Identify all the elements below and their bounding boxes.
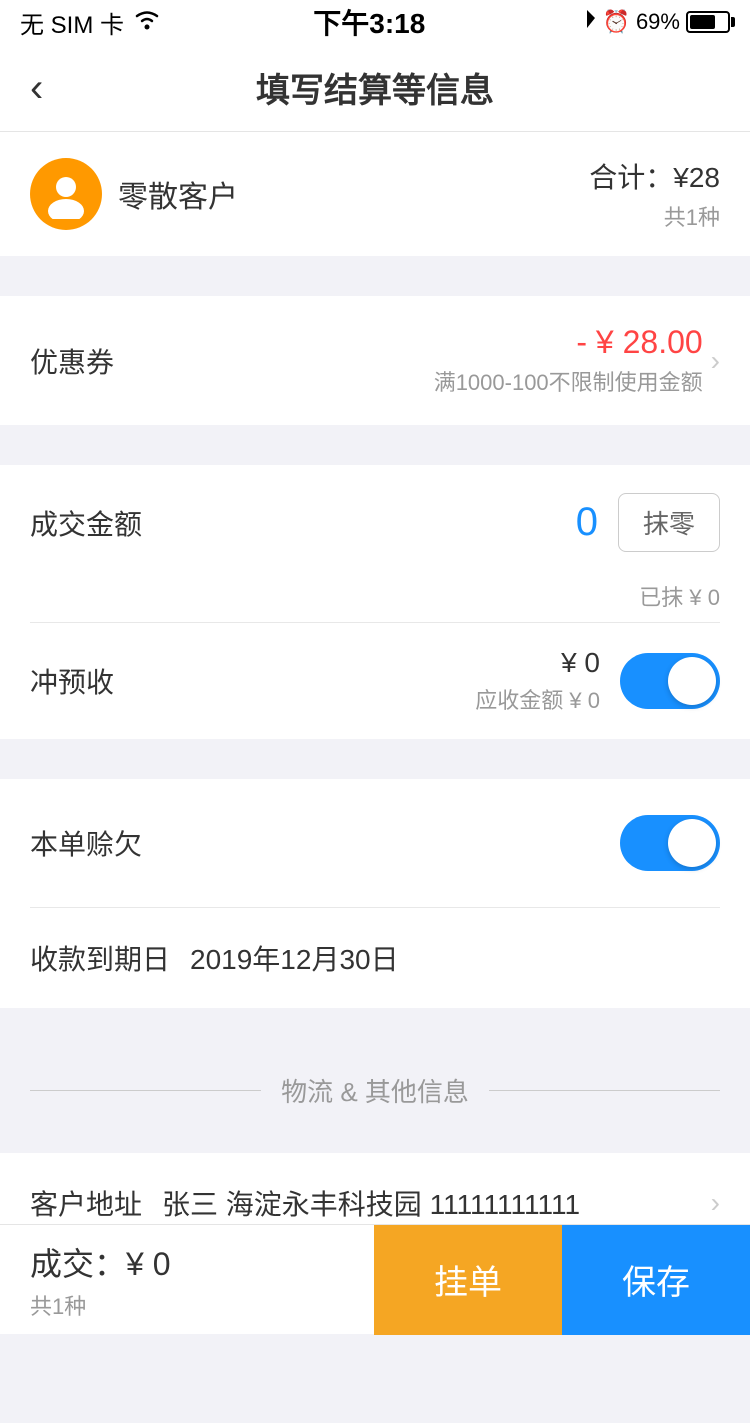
battery-icon <box>686 11 730 33</box>
prepaid-toggle[interactable] <box>620 653 720 709</box>
battery-fill <box>690 15 715 29</box>
status-time: 下午3:18 <box>313 2 425 42</box>
bottom-deal-text: 成交： <box>30 1246 126 1282</box>
deal-amount-section: 成交金额 0 抹零 已抹 ¥ 0 冲预收 ¥ 0 应收金额 ¥ 0 <box>0 465 750 739</box>
avatar <box>30 158 102 230</box>
duedate-label: 收款到期日 <box>30 938 170 978</box>
logistics-line: 物流 & 其他信息 <box>30 1072 720 1109</box>
deal-right: 0 抹零 <box>576 493 720 552</box>
debt-section: 本单赊欠 收款到期日 2019年12月30日 <box>0 779 750 1008</box>
status-bar: 无 SIM 卡 下午3:18 ⏰ 69% <box>0 0 750 44</box>
duedate-row: 收款到期日 2019年12月30日 <box>0 908 750 1008</box>
debt-label: 本单赊欠 <box>30 823 142 863</box>
battery-percent: 69% <box>636 9 680 35</box>
deal-sub-label: 已抹 ¥ 0 <box>0 580 750 622</box>
debt-toggle-knob <box>668 819 716 867</box>
gap-4 <box>0 1028 750 1048</box>
total-price: 合计：¥28 <box>589 156 720 196</box>
duedate-value: 2019年12月30日 <box>190 938 399 978</box>
coupon-label: 优惠券 <box>30 341 114 381</box>
gap-1 <box>0 276 750 296</box>
logistics-label: 物流 & 其他信息 <box>281 1072 469 1109</box>
deal-row: 成交金额 0 抹零 <box>0 465 750 580</box>
back-button[interactable]: ‹ <box>30 68 43 108</box>
address-value: 张三 海淀永丰科技园 11111111111 <box>162 1183 711 1223</box>
prepaid-label: 冲预收 <box>30 661 114 701</box>
gap-2 <box>0 445 750 465</box>
customer-right: 合计：¥28 共1种 <box>589 156 720 232</box>
customer-row: 零散客户 合计：¥28 共1种 <box>0 132 750 256</box>
deal-label: 成交金额 <box>30 503 142 543</box>
bottom-bar: 成交：¥ 0 共1种 挂单 保存 <box>0 1224 750 1334</box>
bottom-count: 共1种 <box>30 1289 344 1321</box>
page-title: 填写结算等信息 <box>256 63 494 112</box>
alarm-icon: ⏰ <box>603 9 630 35</box>
round-off-button[interactable]: 抹零 <box>618 493 720 552</box>
bottom-deal-value: ¥ 0 <box>126 1246 170 1282</box>
coupon-section[interactable]: 优惠券 - ¥ 28.00 满1000-100不限制使用金额 › <box>0 296 750 425</box>
status-right: ⏰ 69% <box>577 8 730 36</box>
coupon-right-wrap: - ¥ 28.00 满1000-100不限制使用金额 › <box>434 324 720 397</box>
wifi-icon <box>132 8 162 37</box>
prepaid-values: ¥ 0 应收金额 ¥ 0 <box>475 647 600 715</box>
customer-section: 零散客户 合计：¥28 共1种 <box>0 132 750 256</box>
gap-3 <box>0 759 750 779</box>
customer-left: 零散客户 <box>30 158 238 230</box>
coupon-chevron-icon: › <box>711 345 720 377</box>
save-button[interactable]: 保存 <box>562 1225 750 1335</box>
nav-bar: ‹ 填写结算等信息 <box>0 44 750 132</box>
coupon-right: - ¥ 28.00 满1000-100不限制使用金额 <box>434 324 703 397</box>
address-label: 客户地址 <box>30 1183 142 1223</box>
toggle-knob <box>668 657 716 705</box>
coupon-desc: 满1000-100不限制使用金额 <box>434 365 703 397</box>
gap-5 <box>0 1133 750 1153</box>
total-count: 共1种 <box>589 200 720 232</box>
prepaid-receivable: 应收金额 ¥ 0 <box>475 683 600 715</box>
prepaid-amount: ¥ 0 <box>475 647 600 679</box>
prepaid-row: 冲预收 ¥ 0 应收金额 ¥ 0 <box>0 623 750 739</box>
bottom-deal-label: 成交：¥ 0 <box>30 1239 344 1285</box>
prepaid-right: ¥ 0 应收金额 ¥ 0 <box>475 647 720 715</box>
coupon-row[interactable]: 优惠券 - ¥ 28.00 满1000-100不限制使用金额 › <box>0 296 750 425</box>
customer-name: 零散客户 <box>118 172 238 216</box>
hang-order-button[interactable]: 挂单 <box>374 1225 562 1335</box>
debt-toggle[interactable] <box>620 815 720 871</box>
deal-value: 0 <box>576 500 598 545</box>
coupon-amount: - ¥ 28.00 <box>434 324 703 361</box>
sim-status: 无 SIM 卡 <box>20 5 124 40</box>
logistics-separator: 物流 & 其他信息 <box>0 1048 750 1133</box>
debt-row: 本单赊欠 <box>0 779 750 907</box>
location-icon <box>577 8 597 36</box>
bottom-info: 成交：¥ 0 共1种 <box>0 1239 374 1321</box>
address-chevron-icon: › <box>711 1187 720 1219</box>
status-left: 无 SIM 卡 <box>20 5 162 40</box>
